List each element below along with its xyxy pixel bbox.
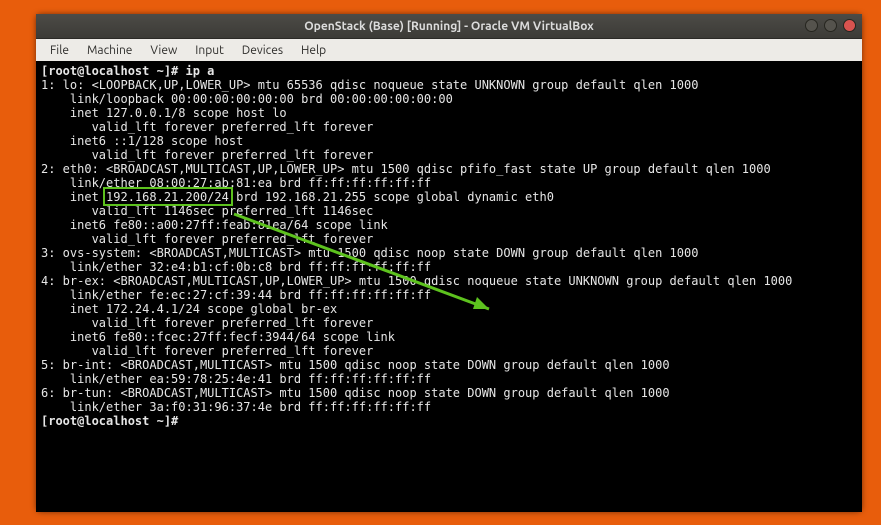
close-button[interactable]	[843, 19, 856, 32]
terminal-line: link/ether fe:ec:27:cf:39:44 brd ff:ff:f…	[41, 288, 431, 302]
terminal-line: 4: br-ex: <BROADCAST,MULTICAST,UP,LOWER_…	[41, 274, 792, 288]
menu-help[interactable]: Help	[293, 42, 334, 59]
minimize-button[interactable]	[805, 19, 818, 32]
vm-window: OpenStack (Base) [Running] - Oracle VM V…	[36, 14, 862, 512]
terminal-line: inet6 fe80::fcec:27ff:fecf:3944/64 scope…	[41, 330, 395, 344]
prompt-line-1: [root@localhost ~]# ip a	[41, 64, 214, 78]
terminal-line: inet 127.0.0.1/8 scope host lo	[41, 106, 287, 120]
menu-input[interactable]: Input	[187, 42, 232, 59]
terminal-line: valid_lft forever preferred_lft forever	[41, 344, 373, 358]
terminal-line: inet 172.24.4.1/24 scope global br-ex	[41, 302, 337, 316]
menu-machine[interactable]: Machine	[79, 42, 140, 59]
terminal-line: 3: ovs-system: <BROADCAST,MULTICAST> mtu…	[41, 246, 698, 260]
menu-devices[interactable]: Devices	[234, 42, 291, 59]
terminal-line: 6: br-tun: <BROADCAST,MULTICAST> mtu 150…	[41, 386, 670, 400]
menu-view[interactable]: View	[142, 42, 185, 59]
terminal-line: link/ether 32:e4:b1:cf:0b:c8 brd ff:ff:f…	[41, 260, 431, 274]
terminal-line: 1: lo: <LOOPBACK,UP,LOWER_UP> mtu 65536 …	[41, 78, 698, 92]
terminal-line: valid_lft forever preferred_lft forever	[41, 316, 373, 330]
terminal-line: valid_lft forever preferred_lft forever	[41, 232, 373, 246]
titlebar[interactable]: OpenStack (Base) [Running] - Oracle VM V…	[36, 14, 862, 39]
terminal-line: link/loopback 00:00:00:00:00:00 brd 00:0…	[41, 92, 453, 106]
prompt-line-2: [root@localhost ~]#	[41, 414, 186, 428]
terminal-line: inet 192.168.21.200/24 brd 192.168.21.25…	[41, 190, 554, 204]
menubar: File Machine View Input Devices Help	[36, 39, 862, 61]
terminal-line: link/ether ea:59:78:25:4e:41 brd ff:ff:f…	[41, 372, 431, 386]
terminal[interactable]: [root@localhost ~]# ip a 1: lo: <LOOPBAC…	[36, 61, 862, 512]
terminal-line: inet6 ::1/128 scope host	[41, 134, 243, 148]
terminal-line: inet6 fe80::a00:27ff:feab:81ea/64 scope …	[41, 218, 388, 232]
terminal-line: valid_lft forever preferred_lft forever	[41, 120, 373, 134]
terminal-line: valid_lft 1146sec preferred_lft 1146sec	[41, 204, 373, 218]
maximize-button[interactable]	[824, 19, 837, 32]
terminal-line: link/ether 3a:f0:31:96:37:4e brd ff:ff:f…	[41, 400, 431, 414]
terminal-line: valid_lft forever preferred_lft forever	[41, 148, 373, 162]
terminal-line: 5: br-int: <BROADCAST,MULTICAST> mtu 150…	[41, 358, 670, 372]
window-controls	[805, 19, 856, 32]
terminal-line: link/ether 08:00:27:ab:81:ea brd ff:ff:f…	[41, 176, 431, 190]
terminal-line: 2: eth0: <BROADCAST,MULTICAST,UP,LOWER_U…	[41, 162, 771, 176]
menu-file[interactable]: File	[42, 42, 77, 59]
window-title: OpenStack (Base) [Running] - Oracle VM V…	[304, 20, 594, 33]
